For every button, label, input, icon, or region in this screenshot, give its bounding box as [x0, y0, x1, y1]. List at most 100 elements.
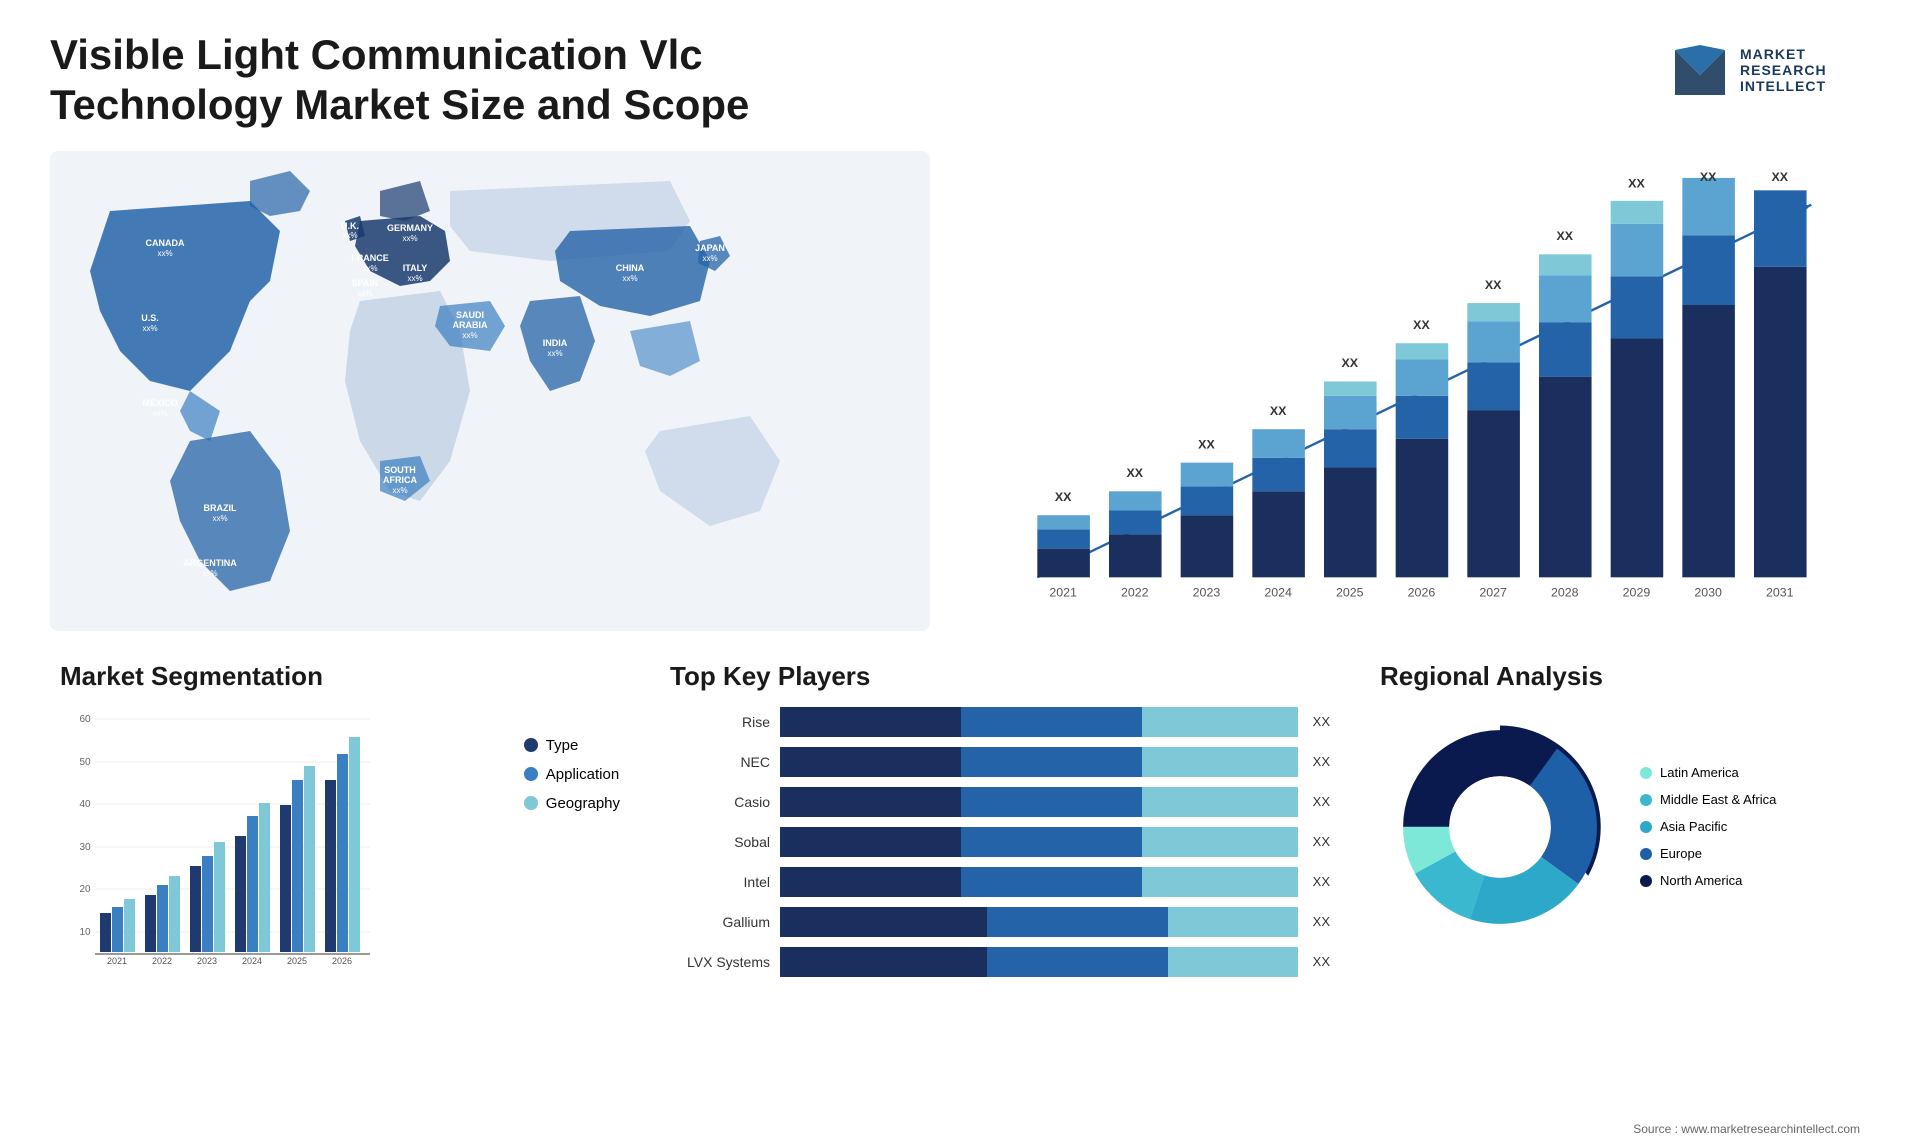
- players-section: Top Key Players Rise XX NEC XX: [660, 651, 1340, 997]
- svg-text:U.K.: U.K.: [341, 221, 359, 231]
- bar-seg2: [961, 707, 1142, 737]
- gallium-xx: XX: [1313, 914, 1330, 929]
- svg-text:ARABIA: ARABIA: [453, 320, 488, 330]
- bar-seg2: [961, 787, 1142, 817]
- geography-dot: [524, 796, 538, 810]
- player-name-lvx: LVX Systems: [670, 954, 770, 970]
- svg-text:2028: 2028: [1551, 585, 1579, 599]
- bar-seg2: [987, 907, 1168, 937]
- legend-latin-america: Latin America: [1640, 765, 1776, 780]
- player-row-intel: Intel XX: [670, 867, 1330, 897]
- svg-text:60: 60: [79, 714, 91, 725]
- source-text: Source : www.marketresearchintellect.com: [1633, 1122, 1860, 1136]
- regional-legend: Latin America Middle East & Africa Asia …: [1640, 765, 1776, 888]
- svg-text:2031: 2031: [1766, 585, 1794, 599]
- logo-box: MARKET RESEARCH INTELLECT: [1670, 30, 1870, 110]
- type-label: Type: [546, 737, 579, 754]
- player-bar-gallium: [780, 907, 1298, 937]
- player-name-casio: Casio: [670, 794, 770, 810]
- svg-text:30: 30: [79, 842, 91, 853]
- svg-text:20: 20: [79, 884, 91, 895]
- bar-seg1: [780, 907, 987, 937]
- north-america-dot: [1640, 875, 1652, 887]
- bar-seg1: [780, 947, 987, 977]
- svg-text:2024: 2024: [1264, 585, 1292, 599]
- svg-text:2026: 2026: [332, 956, 352, 966]
- svg-text:2022: 2022: [1121, 585, 1149, 599]
- bar-seg1: [780, 747, 961, 777]
- svg-text:2027: 2027: [1479, 585, 1507, 599]
- header: Visible Light Communication Vlc Technolo…: [50, 30, 1870, 131]
- north-america-label: North America: [1660, 873, 1742, 888]
- svg-text:XX: XX: [1055, 490, 1072, 504]
- svg-text:xx%: xx%: [212, 514, 227, 523]
- asia-pacific-dot: [1640, 821, 1652, 833]
- donut-chart: [1380, 707, 1620, 947]
- svg-text:xx%: xx%: [407, 274, 422, 283]
- svg-text:SAUDI: SAUDI: [456, 310, 484, 320]
- segmentation-section: Market Segmentation 60 50 40 30 20 10: [50, 651, 630, 997]
- svg-text:xx%: xx%: [342, 231, 357, 240]
- svg-text:MEXICO: MEXICO: [142, 398, 178, 408]
- type-dot: [524, 738, 538, 752]
- map-section: CANADA xx% U.S. xx% MEXICO xx% BRAZIL xx…: [50, 151, 930, 631]
- svg-text:JAPAN: JAPAN: [695, 243, 725, 253]
- player-row-rise: Rise XX: [670, 707, 1330, 737]
- rise-xx: XX: [1313, 714, 1330, 729]
- page-container: Visible Light Communication Vlc Technolo…: [0, 0, 1920, 1146]
- svg-text:50: 50: [79, 757, 91, 768]
- growth-bar-chart: XX 2021 XX 2022 XX 2023 XX 2024: [980, 171, 1840, 611]
- europe-dot: [1640, 848, 1652, 860]
- svg-text:2023: 2023: [197, 956, 217, 966]
- player-bar-lvx: [780, 947, 1298, 977]
- svg-text:BRAZIL: BRAZIL: [204, 503, 237, 513]
- svg-text:XX: XX: [1485, 278, 1502, 292]
- svg-text:2023: 2023: [1193, 585, 1221, 599]
- bar-seg2: [961, 747, 1142, 777]
- svg-text:10: 10: [79, 927, 91, 938]
- player-name-nec: NEC: [670, 754, 770, 770]
- mea-label: Middle East & Africa: [1660, 792, 1776, 807]
- europe-label: Europe: [1660, 846, 1702, 861]
- player-name-gallium: Gallium: [670, 914, 770, 930]
- svg-text:2022: 2022: [152, 956, 172, 966]
- seg-legend: Type Application Geography: [524, 707, 620, 832]
- svg-text:CHINA: CHINA: [616, 263, 645, 273]
- svg-text:GERMANY: GERMANY: [387, 223, 433, 233]
- legend-north-america: North America: [1640, 873, 1776, 888]
- player-row-nec: NEC XX: [670, 747, 1330, 777]
- svg-text:XX: XX: [1270, 404, 1287, 418]
- svg-text:SPAIN: SPAIN: [352, 278, 379, 288]
- players-title: Top Key Players: [670, 661, 1330, 692]
- bar-seg1: [780, 707, 961, 737]
- bar-seg3: [1142, 747, 1297, 777]
- svg-text:xx%: xx%: [142, 324, 157, 333]
- bar-seg1: [780, 867, 961, 897]
- geography-label: Geography: [546, 795, 620, 812]
- svg-text:2025: 2025: [287, 956, 307, 966]
- svg-text:FRANCE: FRANCE: [351, 253, 389, 263]
- legend-geography: Geography: [524, 795, 620, 812]
- legend-application: Application: [524, 766, 620, 783]
- logo-line3: INTELLECT: [1740, 78, 1827, 94]
- bar-seg3: [1168, 947, 1297, 977]
- svg-text:XX: XX: [1557, 229, 1574, 243]
- svg-text:XX: XX: [1342, 356, 1359, 370]
- lvx-xx: XX: [1313, 954, 1330, 969]
- player-bar-sobal: [780, 827, 1298, 857]
- mea-dot: [1640, 794, 1652, 806]
- svg-text:2029: 2029: [1623, 585, 1651, 599]
- svg-text:xx%: xx%: [702, 254, 717, 263]
- bar-seg3: [1168, 907, 1297, 937]
- nec-xx: XX: [1313, 754, 1330, 769]
- svg-text:xx%: xx%: [402, 234, 417, 243]
- player-bar-nec: [780, 747, 1298, 777]
- svg-text:2030: 2030: [1694, 585, 1722, 599]
- svg-text:xx%: xx%: [392, 486, 407, 495]
- sobal-xx: XX: [1313, 834, 1330, 849]
- svg-text:xx%: xx%: [622, 274, 637, 283]
- player-row-gallium: Gallium XX: [670, 907, 1330, 937]
- svg-text:xx%: xx%: [152, 409, 167, 418]
- player-name-sobal: Sobal: [670, 834, 770, 850]
- svg-text:xx%: xx%: [202, 569, 217, 578]
